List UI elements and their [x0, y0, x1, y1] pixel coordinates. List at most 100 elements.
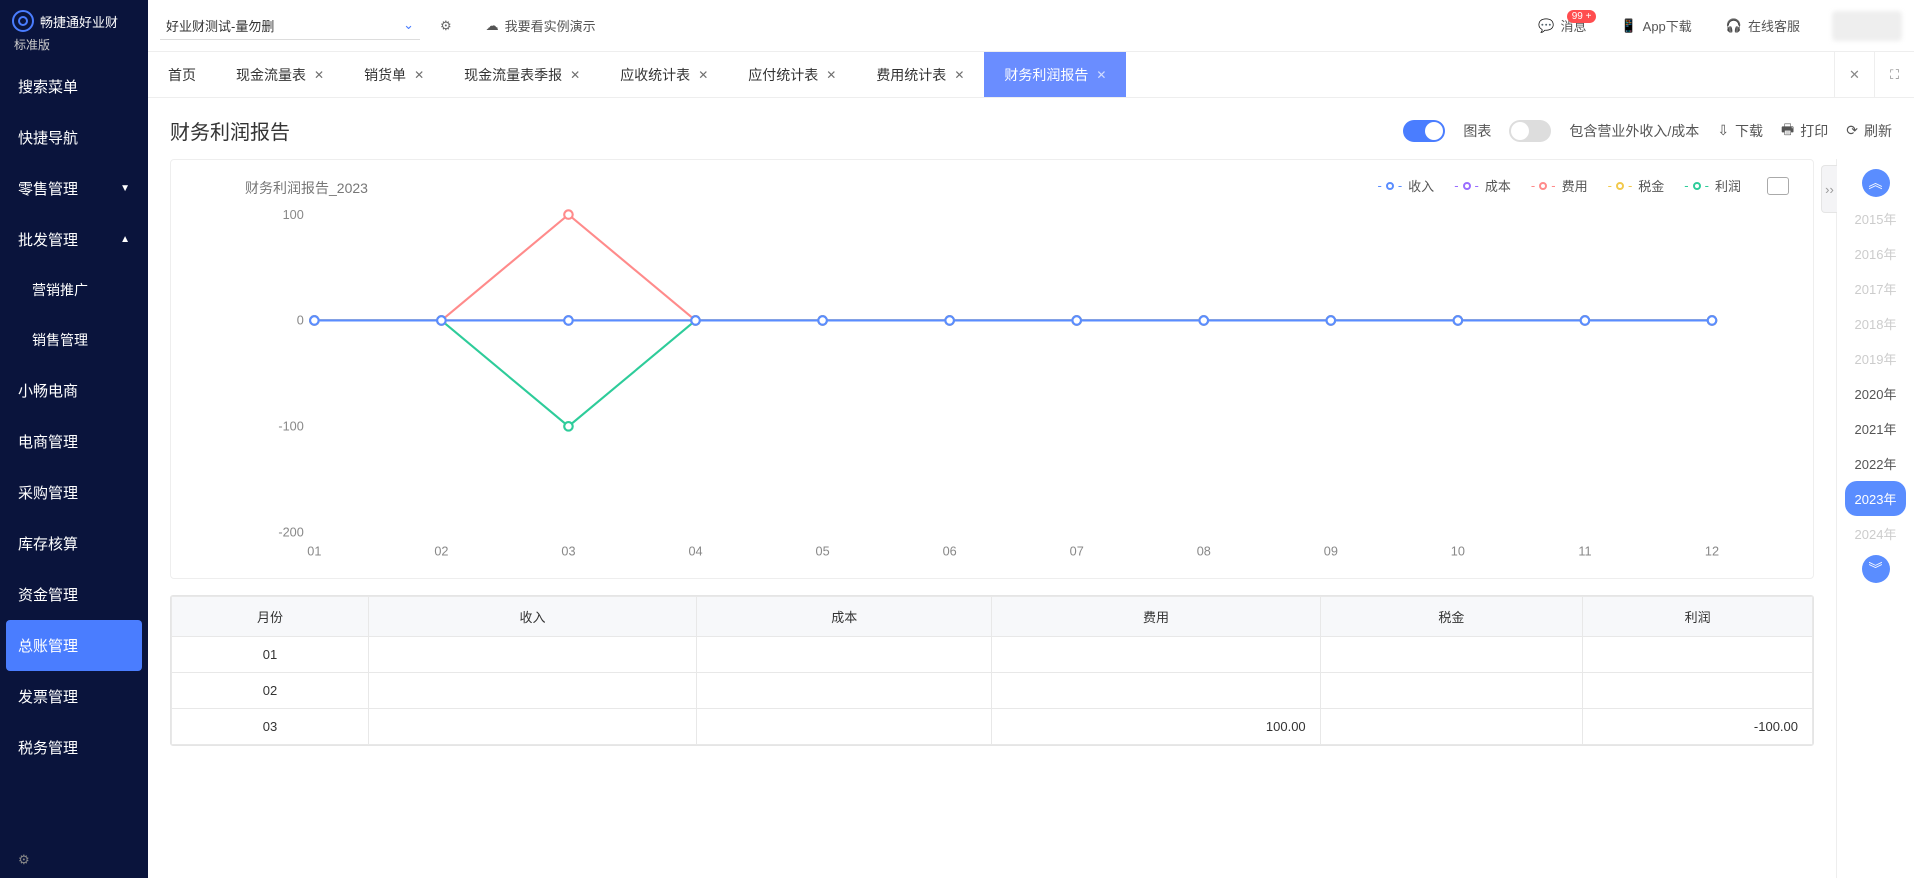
svg-text:-200: -200 — [278, 525, 303, 539]
svg-text:03: 03 — [561, 545, 575, 559]
year-item[interactable]: 2023年 — [1845, 481, 1907, 516]
legend-label: 利润 — [1715, 176, 1741, 195]
tab[interactable]: 首页 — [148, 52, 216, 97]
cell-month: 02 — [172, 673, 369, 709]
messages-button[interactable]: 💬 消息 99 + — [1526, 16, 1598, 35]
tab[interactable]: 费用统计表✕ — [856, 52, 984, 97]
cell-expense — [992, 637, 1320, 673]
sidebar-item-label: 小畅电商 — [18, 380, 78, 401]
settings-icon[interactable]: ⚙ — [440, 18, 452, 34]
sidebar-item[interactable]: 采购管理 — [0, 467, 148, 518]
cell-income — [368, 709, 696, 745]
toggle-extra[interactable] — [1509, 120, 1551, 142]
legend-label: 费用 — [1562, 176, 1588, 195]
year-item[interactable]: 2020年 — [1845, 376, 1907, 411]
save-chart-icon[interactable] — [1767, 177, 1789, 195]
print-button[interactable]: 🖶 打印 — [1781, 119, 1828, 143]
sidebar-item[interactable]: 营销推广 — [0, 265, 148, 315]
refresh-button[interactable]: ⟳ 刷新 — [1846, 121, 1892, 141]
year-item: 2019年 — [1845, 341, 1907, 376]
legend-item[interactable]: --税金 — [1608, 176, 1665, 195]
chat-icon: 💬 — [1538, 18, 1554, 34]
close-icon[interactable]: ✕ — [414, 68, 424, 82]
tab-close-all[interactable]: ✕ — [1834, 52, 1874, 97]
close-icon[interactable]: ✕ — [954, 68, 964, 82]
toggle-chart[interactable] — [1403, 120, 1445, 142]
svg-text:06: 06 — [943, 545, 957, 559]
sidebar-item-label: 总账管理 — [18, 635, 78, 656]
sidebar-item-label: 采购管理 — [18, 482, 78, 503]
tabs: 首页现金流量表✕销货单✕现金流量表季报✕应收统计表✕应付统计表✕费用统计表✕财务… — [148, 52, 1914, 98]
service-label: 在线客服 — [1748, 16, 1800, 35]
year-up[interactable]: ︽ — [1862, 169, 1890, 197]
avatar[interactable] — [1832, 11, 1902, 41]
demo-link[interactable]: ☁ 我要看实例演示 — [486, 16, 596, 35]
close-icon[interactable]: ✕ — [698, 68, 708, 82]
svg-text:01: 01 — [307, 545, 321, 559]
rail-expand[interactable]: ›› — [1821, 165, 1837, 213]
sidebar-item[interactable]: 搜索菜单 — [0, 61, 148, 112]
tab[interactable]: 销货单✕ — [344, 52, 444, 97]
svg-text:12: 12 — [1705, 545, 1719, 559]
table-header: 费用 — [992, 597, 1320, 637]
headset-icon: 🎧 — [1726, 18, 1742, 34]
year-down[interactable]: ︾ — [1862, 555, 1890, 583]
sidebar-item[interactable]: 库存核算 — [0, 518, 148, 569]
tab[interactable]: 现金流量表✕ — [216, 52, 344, 97]
cell-profit: -100.00 — [1583, 709, 1813, 745]
caret-icon: ▼ — [120, 183, 130, 194]
sidebar-item[interactable]: 电商管理 — [0, 416, 148, 467]
legend-item[interactable]: --利润 — [1684, 176, 1741, 195]
sidebar-item-label: 发票管理 — [18, 686, 78, 707]
chart-canvas: -200-1000100010203040506070809101112 — [195, 204, 1789, 564]
sidebar-item-label: 搜索菜单 — [18, 76, 78, 97]
svg-text:100: 100 — [283, 208, 304, 222]
tab[interactable]: 财务利润报告✕ — [984, 52, 1126, 97]
tab[interactable]: 现金流量表季报✕ — [444, 52, 600, 97]
table-row: 01 — [172, 637, 1813, 673]
svg-text:07: 07 — [1070, 545, 1084, 559]
sidebar-settings[interactable]: ⚙ — [0, 842, 148, 878]
table-header: 成本 — [697, 597, 992, 637]
legend-item[interactable]: --收入 — [1377, 176, 1434, 195]
download-button[interactable]: ⇩ 下载 — [1717, 121, 1763, 141]
tab[interactable]: 应收统计表✕ — [600, 52, 728, 97]
year-item[interactable]: 2021年 — [1845, 411, 1907, 446]
env-selector[interactable]: 好业财测试-量勿删 ⌄ — [160, 12, 420, 40]
brand-edition: 标准版 — [12, 36, 136, 53]
close-icon[interactable]: ✕ — [826, 68, 836, 82]
tab[interactable]: 应付统计表✕ — [728, 52, 856, 97]
cell-cost — [697, 709, 992, 745]
sidebar-item[interactable]: 资金管理 — [0, 569, 148, 620]
download-button[interactable]: 📱 App下载 — [1608, 16, 1703, 35]
svg-text:02: 02 — [434, 545, 448, 559]
toggle-chart-label: 图表 — [1463, 121, 1491, 141]
sidebar-item[interactable]: 小畅电商 — [0, 365, 148, 416]
sidebar-item[interactable]: 批发管理▲ — [0, 214, 148, 265]
sidebar-item[interactable]: 税务管理 — [0, 722, 148, 773]
legend-item[interactable]: --费用 — [1531, 176, 1588, 195]
sidebar-item-label: 税务管理 — [18, 737, 78, 758]
gear-icon: ⚙ — [18, 852, 30, 867]
sidebar-item[interactable]: 零售管理▼ — [0, 163, 148, 214]
sidebar-item-label: 批发管理 — [18, 229, 78, 250]
table-header: 税金 — [1320, 597, 1583, 637]
legend-item[interactable]: --成本 — [1454, 176, 1511, 195]
sidebar-item[interactable]: 销售管理 — [0, 315, 148, 365]
tab-fullscreen[interactable]: ⛶ — [1874, 52, 1914, 97]
tab-label: 首页 — [168, 65, 196, 85]
year-item: 2017年 — [1845, 271, 1907, 306]
close-icon[interactable]: ✕ — [1096, 68, 1106, 82]
sidebar-item[interactable]: 发票管理 — [0, 671, 148, 722]
svg-text:-100: -100 — [278, 420, 303, 434]
year-item: 2016年 — [1845, 236, 1907, 271]
table-header: 收入 — [368, 597, 696, 637]
year-item[interactable]: 2022年 — [1845, 446, 1907, 481]
sidebar-item[interactable]: 快捷导航 — [0, 112, 148, 163]
close-icon[interactable]: ✕ — [570, 68, 580, 82]
phone-icon: 📱 — [1620, 18, 1636, 34]
service-button[interactable]: 🎧 在线客服 — [1714, 16, 1812, 35]
download-icon: ⇩ — [1717, 122, 1729, 139]
close-icon[interactable]: ✕ — [314, 68, 324, 82]
sidebar-item[interactable]: 总账管理 — [6, 620, 142, 671]
